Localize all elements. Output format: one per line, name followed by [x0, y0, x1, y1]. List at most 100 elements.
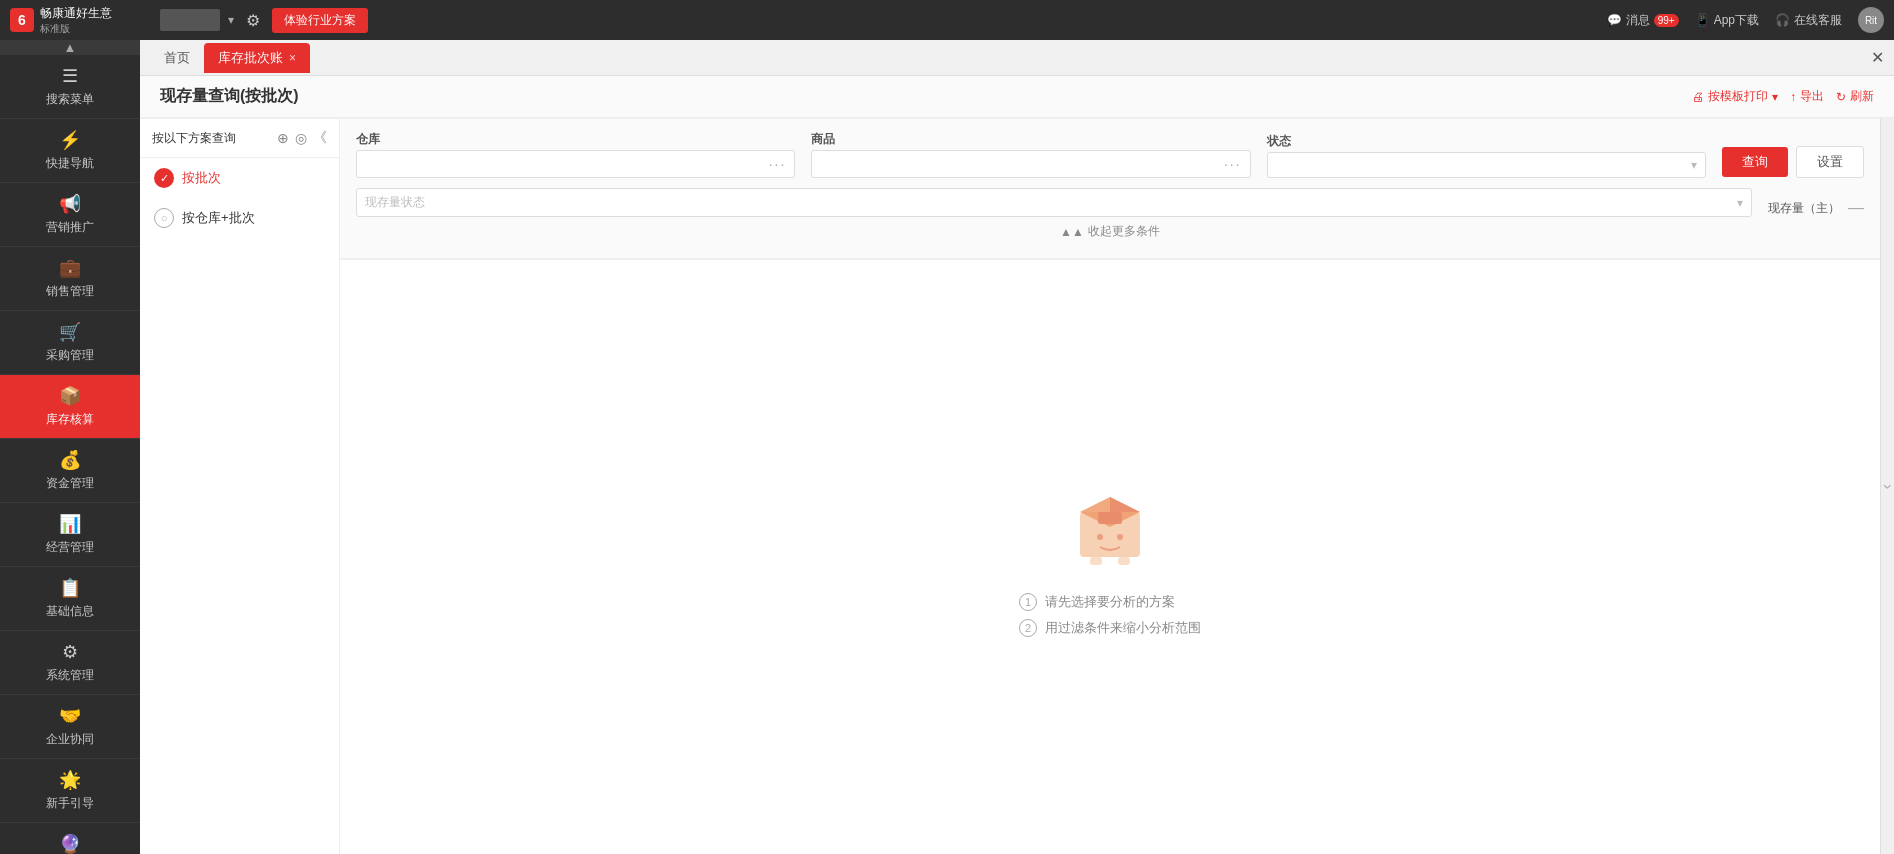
sidebar-scroll-up[interactable]: ▲: [0, 40, 140, 55]
warehouse-dots: ···: [769, 156, 787, 172]
warehouse-input[interactable]: ···: [356, 150, 795, 178]
sidebar-item-0[interactable]: ☰ 搜索菜单: [0, 55, 140, 119]
messages-action[interactable]: 💬 消息 99+: [1607, 12, 1679, 29]
step-1-label: 请先选择要分析的方案: [1045, 593, 1175, 611]
avatar-circle: Rit: [1858, 7, 1884, 33]
sidebar-label-7: 经营管理: [46, 539, 94, 556]
item-warehouse-batch-icon: ○: [154, 208, 174, 228]
dropdown-area[interactable]: ▾: [160, 9, 234, 31]
print-label: 按模板打印: [1708, 88, 1768, 105]
logo-area: 6 畅康通好生意 标准版: [10, 5, 150, 36]
left-panel: 按以下方案查询 ⊕ ◎ 《 ✓ 按批次 ○ 按仓库+批次: [140, 119, 340, 854]
refresh-label: 刷新: [1850, 88, 1874, 105]
right-collapse-icon: ›: [1879, 484, 1895, 489]
messages-badge: 99+: [1654, 14, 1679, 27]
sidebar-label-6: 资金管理: [46, 475, 94, 492]
sidebar: ▲ ☰ 搜索菜单 ⚡ 快捷导航 📢 营销推广 💼 销售管理 🛒 采购管理 📦 库…: [0, 40, 140, 854]
settings-button[interactable]: 设置: [1796, 146, 1864, 178]
svg-point-5: [1117, 534, 1123, 540]
printer-icon: 🖨: [1692, 90, 1704, 104]
right-collapse-handle[interactable]: ›: [1880, 119, 1894, 854]
empty-state: 1 请先选择要分析的方案 2 用过滤条件来缩小分析范围: [340, 260, 1880, 854]
warehouse-label: 仓库: [356, 131, 795, 148]
tab-bar-close-btn[interactable]: ✕: [1871, 48, 1884, 67]
user-avatar[interactable]: Rit: [1858, 7, 1884, 33]
sidebar-item-1[interactable]: ⚡ 快捷导航: [0, 119, 140, 183]
collapse-icon: ▲▲: [1060, 225, 1084, 239]
company-name: 畅康通好生意: [40, 5, 112, 22]
sidebar-item-8[interactable]: 📋 基础信息: [0, 567, 140, 631]
target-icon[interactable]: ◎: [295, 130, 307, 146]
collapse-panel-icon[interactable]: 《: [313, 129, 327, 147]
empty-step-1: 1 请先选择要分析的方案: [1019, 593, 1201, 611]
item-warehouse-batch-label: 按仓库+批次: [182, 209, 255, 227]
svg-rect-7: [1118, 557, 1130, 565]
sidebar-item-6[interactable]: 💰 资金管理: [0, 439, 140, 503]
app-download-action[interactable]: 📱 App下载: [1695, 12, 1759, 29]
online-service-action[interactable]: 🎧 在线客服: [1775, 12, 1842, 29]
svg-marker-2: [1110, 497, 1140, 512]
sidebar-item-2[interactable]: 📢 营销推广: [0, 183, 140, 247]
sidebar-icon-6: 💰: [59, 449, 81, 471]
query-button[interactable]: 查询: [1722, 147, 1788, 177]
status-select[interactable]: ▾: [1267, 152, 1706, 178]
inventory-status-placeholder: 现存量状态: [365, 194, 425, 211]
left-panel-item-batch[interactable]: ✓ 按批次: [140, 158, 339, 198]
inventory-status-dropdown-icon: ▾: [1737, 196, 1743, 210]
nav-tabs-area: ▾ ⚙ 体验行业方案: [150, 8, 1607, 33]
svg-rect-3: [1098, 512, 1122, 524]
sidebar-icon-12: 🔮: [59, 833, 81, 854]
refresh-icon: ↻: [1836, 90, 1846, 104]
sidebar-item-11[interactable]: 🌟 新手引导: [0, 759, 140, 823]
filter-row-2: 现存量状态 ▾ 现存量（主） —: [356, 188, 1864, 217]
product-label: 商品: [811, 131, 1250, 148]
print-dropdown-icon[interactable]: ▾: [1772, 90, 1778, 104]
content-area: 首页 库存批次账 × ✕ 现存量查询(按批次) 🖨 按模板打印 ▾: [140, 40, 1894, 854]
sidebar-item-12[interactable]: 🔮 应用中心: [0, 823, 140, 854]
sidebar-item-10[interactable]: 🤝 企业协同: [0, 695, 140, 759]
sidebar-label-2: 营销推广: [46, 219, 94, 236]
inventory-qty-dash: —: [1848, 199, 1864, 217]
main-layout: ▲ ☰ 搜索菜单 ⚡ 快捷导航 📢 营销推广 💼 销售管理 🛒 采购管理 📦 库…: [0, 40, 1894, 854]
tab-active[interactable]: 库存批次账 ×: [204, 43, 310, 73]
sidebar-item-5[interactable]: 📦 库存核算: [0, 375, 140, 439]
collapse-btn[interactable]: ▲▲ 收起更多条件: [356, 217, 1864, 246]
filter-actions: 查询 设置: [1722, 146, 1864, 178]
print-btn[interactable]: 🖨 按模板打印 ▾: [1692, 88, 1778, 105]
left-panel-title: 按以下方案查询: [152, 130, 236, 147]
export-icon: ↑: [1790, 90, 1796, 104]
add-icon[interactable]: ⊕: [277, 130, 289, 146]
item-batch-icon: ✓: [154, 168, 174, 188]
sidebar-item-9[interactable]: ⚙ 系统管理: [0, 631, 140, 695]
svg-point-4: [1097, 534, 1103, 540]
svg-rect-6: [1090, 557, 1102, 565]
sidebar-icon-3: 💼: [59, 257, 81, 279]
settings-icon[interactable]: ⚙: [246, 11, 260, 30]
filter-row-1: 仓库 ··· 商品 ···: [356, 131, 1864, 178]
sidebar-item-3[interactable]: 💼 销售管理: [0, 247, 140, 311]
sidebar-label-9: 系统管理: [46, 667, 94, 684]
sidebar-icon-2: 📢: [59, 193, 81, 215]
edition-label: 标准版: [40, 22, 112, 36]
experience-btn[interactable]: 体验行业方案: [272, 8, 368, 33]
inventory-qty-label: 现存量（主）: [1768, 200, 1840, 217]
refresh-btn[interactable]: ↻ 刷新: [1836, 88, 1874, 105]
tab-home[interactable]: 首页: [150, 43, 204, 73]
sidebar-label-4: 采购管理: [46, 347, 94, 364]
left-panel-item-warehouse-batch[interactable]: ○ 按仓库+批次: [140, 198, 339, 238]
export-btn[interactable]: ↑ 导出: [1790, 88, 1824, 105]
step-num-1: 1: [1019, 593, 1037, 611]
sidebar-icon-1: ⚡: [59, 129, 81, 151]
content-body: 按以下方案查询 ⊕ ◎ 《 ✓ 按批次 ○ 按仓库+批次: [140, 119, 1894, 854]
inventory-status-select[interactable]: 现存量状态 ▾: [356, 188, 1752, 217]
sidebar-label-5: 库存核算: [46, 411, 94, 428]
status-field-group: 状态 ▾: [1267, 133, 1706, 178]
tab-close-icon[interactable]: ×: [289, 51, 296, 65]
lph-actions: ⊕ ◎ 《: [277, 129, 327, 147]
sidebar-item-4[interactable]: 🛒 采购管理: [0, 311, 140, 375]
filter-area: 仓库 ··· 商品 ···: [340, 119, 1880, 259]
sidebar-item-7[interactable]: 📊 经营管理: [0, 503, 140, 567]
product-input[interactable]: ···: [811, 150, 1250, 178]
sidebar-icon-8: 📋: [59, 577, 81, 599]
app-download-label: App下载: [1714, 12, 1759, 29]
